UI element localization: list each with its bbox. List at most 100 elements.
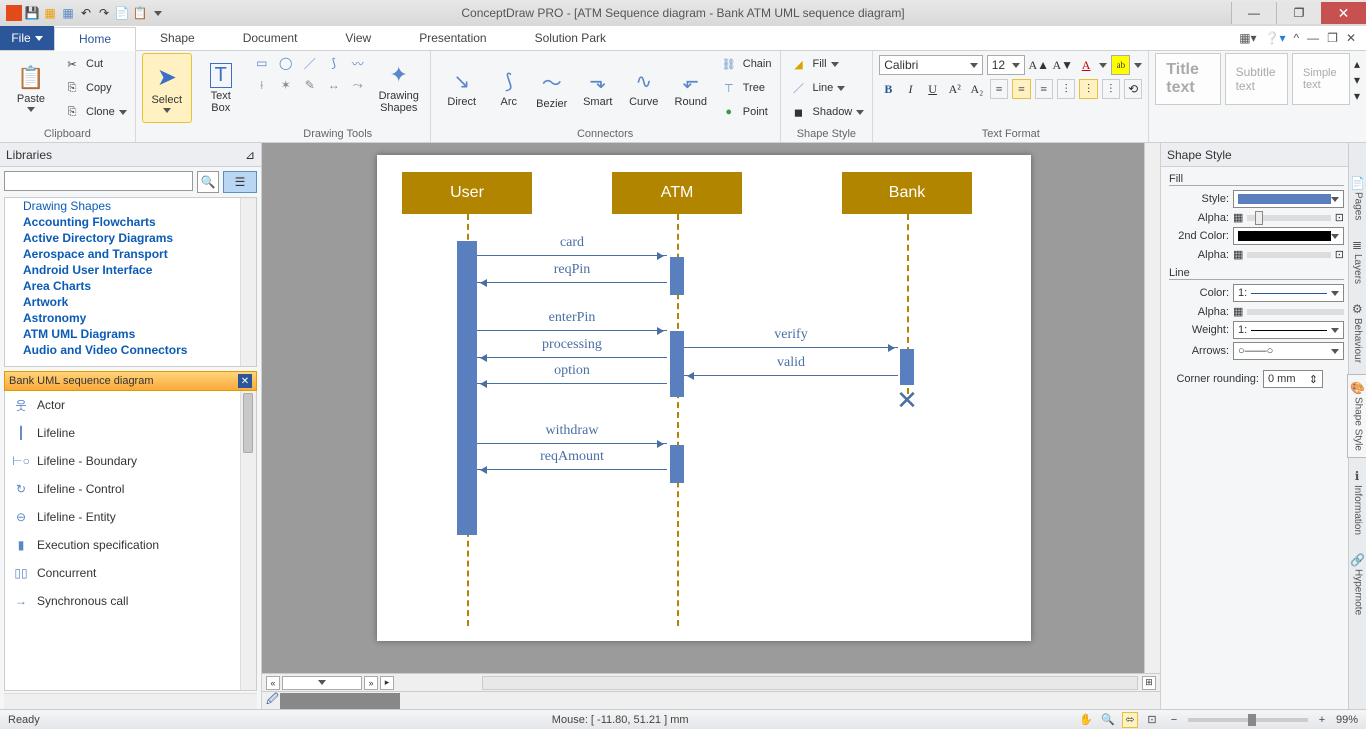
rect-tool-icon[interactable]: ▭ bbox=[252, 53, 272, 73]
align-right-icon[interactable]: ≡ bbox=[1035, 79, 1053, 99]
page-add-icon[interactable]: ▸ bbox=[380, 676, 394, 690]
italic-icon[interactable]: I bbox=[901, 79, 919, 99]
picker-icon[interactable]: 🖉 bbox=[266, 690, 279, 711]
lib-item-entity[interactable]: ⊖Lifeline - Entity bbox=[5, 503, 256, 531]
valign-bot-icon[interactable]: ⫶ bbox=[1102, 79, 1120, 99]
alpha-reset-icon[interactable]: ⊡ bbox=[1335, 248, 1344, 261]
page-first-icon[interactable]: « bbox=[266, 676, 280, 690]
textbox-button[interactable]: T Text Box bbox=[196, 53, 246, 123]
line-weight-select[interactable]: 1: bbox=[1233, 321, 1344, 339]
qat-undo-icon[interactable]: ↶ bbox=[78, 5, 94, 21]
free-tool-icon[interactable]: ✎ bbox=[300, 75, 320, 95]
lib-item-exec[interactable]: ▮Execution specification bbox=[5, 531, 256, 559]
zoom-out-icon[interactable]: − bbox=[1166, 712, 1182, 728]
tree-item[interactable]: Active Directory Diagrams bbox=[5, 230, 256, 246]
mdi-max-icon[interactable]: ❐ bbox=[1327, 31, 1338, 45]
liblist-scrollbar[interactable] bbox=[240, 391, 256, 690]
drawing-shapes-button[interactable]: ✦ Drawing Shapes bbox=[374, 53, 424, 123]
hand-tool-icon[interactable]: ✋ bbox=[1078, 712, 1094, 728]
search-button[interactable]: 🔍 bbox=[197, 171, 219, 193]
fill-alpha-slider[interactable] bbox=[1247, 215, 1330, 221]
style-title[interactable]: Title text bbox=[1155, 53, 1220, 105]
tree-item[interactable]: Drawing Shapes bbox=[5, 198, 256, 214]
sidetab-shape-style[interactable]: 🎨Shape Style bbox=[1347, 374, 1366, 458]
zoom-slider[interactable] bbox=[1188, 718, 1308, 722]
tree-item[interactable]: Area Charts bbox=[5, 278, 256, 294]
connector-smart[interactable]: ⬎Smart bbox=[577, 53, 619, 123]
left-hscroll[interactable] bbox=[4, 693, 257, 709]
library-close-icon[interactable]: ✕ bbox=[238, 374, 252, 388]
tab-view[interactable]: View bbox=[321, 26, 395, 50]
mdi-min-icon[interactable]: — bbox=[1307, 31, 1319, 45]
tree-item[interactable]: Aerospace and Transport bbox=[5, 246, 256, 262]
tab-shape[interactable]: Shape bbox=[136, 26, 219, 50]
zoom-tool-icon[interactable]: 🔍 bbox=[1100, 712, 1116, 728]
lib-item-control[interactable]: ↻Lifeline - Control bbox=[5, 475, 256, 503]
close-button[interactable]: ✕ bbox=[1321, 2, 1366, 24]
second-alpha-slider[interactable] bbox=[1247, 252, 1330, 258]
panels-icon[interactable]: ▦▾ bbox=[1239, 31, 1256, 45]
lib-item-sync[interactable]: →Synchronous call bbox=[5, 587, 256, 615]
pin-icon[interactable]: ⊿ bbox=[245, 148, 255, 162]
canvas[interactable]: User ATM Bank ✕ card reqPin bbox=[262, 143, 1160, 673]
clone-button[interactable]: ⎘Clone bbox=[60, 101, 129, 123]
color-swatch[interactable] bbox=[398, 693, 400, 709]
arrows-select[interactable]: ○——○ bbox=[1233, 342, 1344, 360]
curve-tool-icon[interactable]: 〰 bbox=[348, 53, 368, 73]
minimize-button[interactable]: — bbox=[1231, 2, 1276, 24]
msg-enterpin[interactable]: enterPin bbox=[477, 310, 667, 328]
lib-item-actor[interactable]: 웃Actor bbox=[5, 391, 256, 419]
file-menu-button[interactable]: File bbox=[0, 26, 54, 50]
sidetab-layers[interactable]: ≣Layers bbox=[1349, 231, 1366, 291]
lifeline-bank[interactable]: Bank bbox=[842, 172, 972, 214]
page-last-icon[interactable]: » bbox=[364, 676, 378, 690]
drawing-page[interactable]: User ATM Bank ✕ card reqPin bbox=[377, 155, 1031, 641]
exec-user[interactable] bbox=[457, 241, 477, 535]
tab-document[interactable]: Document bbox=[219, 26, 322, 50]
tree-item[interactable]: Accounting Flowcharts bbox=[5, 214, 256, 230]
sidetab-information[interactable]: ℹInformation bbox=[1349, 462, 1366, 542]
tab-solutionpark[interactable]: Solution Park bbox=[511, 26, 630, 50]
qat-dropdown-icon[interactable] bbox=[150, 5, 166, 21]
superscript-icon[interactable]: A² bbox=[946, 79, 964, 99]
alpha-reset-icon[interactable]: ⊡ bbox=[1335, 211, 1344, 224]
conn-tool-icon[interactable]: ⤳ bbox=[348, 75, 368, 95]
second-color-select[interactable] bbox=[1233, 227, 1344, 245]
msg-processing[interactable]: processing bbox=[477, 337, 667, 355]
underline-icon[interactable]: U bbox=[924, 79, 942, 99]
exec-bank[interactable] bbox=[900, 349, 914, 385]
tree-item[interactable]: ATM UML Diagrams bbox=[5, 326, 256, 342]
poly-tool-icon[interactable]: ⟊ bbox=[252, 75, 272, 95]
split-icon[interactable]: ⊞ bbox=[1142, 676, 1156, 690]
line-tool-icon[interactable]: ／ bbox=[300, 53, 320, 73]
lib-item-concurrent[interactable]: ▯▯Concurrent bbox=[5, 559, 256, 587]
qat-icon-4[interactable]: ▦ bbox=[60, 5, 76, 21]
sidetab-hypernote[interactable]: 🔗Hypernote bbox=[1347, 546, 1366, 622]
tree-item[interactable]: Astronomy bbox=[5, 310, 256, 326]
collapse-ribbon-icon[interactable]: ^ bbox=[1294, 31, 1300, 45]
connector-direct[interactable]: ↘Direct bbox=[437, 53, 487, 123]
fill-style-select[interactable] bbox=[1233, 190, 1344, 208]
qat-icon-7[interactable]: 📄 bbox=[114, 5, 130, 21]
font-size-select[interactable]: 12 bbox=[987, 55, 1025, 75]
line-color-select[interactable]: 1: bbox=[1233, 284, 1344, 302]
msg-verify[interactable]: verify bbox=[684, 327, 898, 345]
msg-valid[interactable]: valid bbox=[684, 355, 898, 373]
align-left-icon[interactable]: ≡ bbox=[990, 79, 1008, 99]
tree-item[interactable]: Android User Interface bbox=[5, 262, 256, 278]
library-tree[interactable]: Drawing Shapes Accounting Flowcharts Act… bbox=[4, 197, 257, 367]
lib-item-lifeline[interactable]: ┃Lifeline bbox=[5, 419, 256, 447]
tab-home[interactable]: Home bbox=[54, 27, 136, 51]
font-color-icon[interactable]: A bbox=[1077, 55, 1096, 75]
exec-atm-1[interactable] bbox=[670, 257, 684, 295]
subscript-icon[interactable]: A₂ bbox=[968, 79, 986, 99]
arc-tool-icon[interactable]: ⟆ bbox=[324, 53, 344, 73]
dim-tool-icon[interactable]: ↔ bbox=[324, 75, 344, 95]
gallery-down-icon[interactable]: ▾ bbox=[1354, 73, 1360, 87]
highlight-icon[interactable]: ab bbox=[1111, 55, 1130, 75]
tree-item[interactable]: Audio and Video Connectors bbox=[5, 342, 256, 358]
library-search-input[interactable] bbox=[4, 171, 193, 191]
list-view-button[interactable]: ☰ bbox=[223, 171, 257, 193]
tab-presentation[interactable]: Presentation bbox=[395, 26, 510, 50]
page-tab[interactable] bbox=[282, 676, 362, 690]
